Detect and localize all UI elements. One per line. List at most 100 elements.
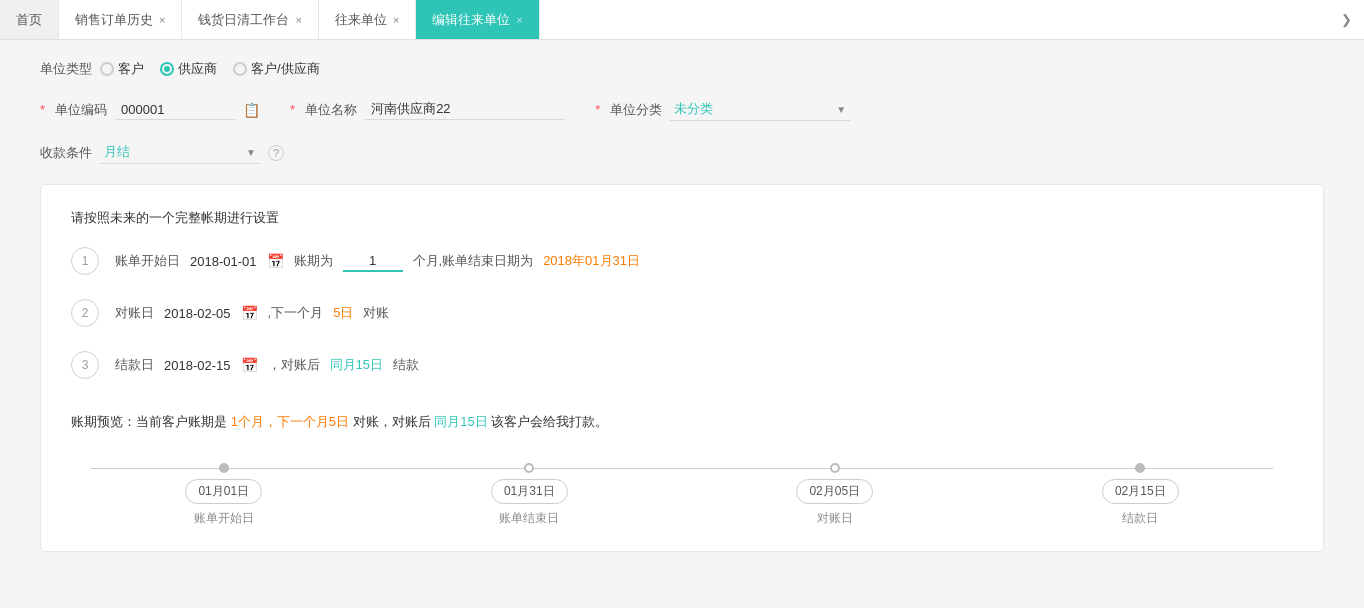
step-1-period-label: 账期为: [294, 252, 333, 270]
unit-category-field: * 单位分类 未分类 ▼: [595, 98, 850, 121]
step-3-prefix: ，对账后: [268, 356, 320, 374]
step-2-content: 对账日 2018-02-05 📅 ,下一个月 5日 对账: [115, 304, 389, 322]
step-3-label: 结款日: [115, 356, 154, 374]
step-3-calendar-icon[interactable]: 📅: [241, 357, 258, 373]
payment-help-icon[interactable]: ?: [268, 145, 284, 161]
tab-sales-history-close[interactable]: ×: [159, 14, 165, 26]
tab-cash-work-close[interactable]: ×: [295, 14, 301, 26]
tab-home-label: 首页: [16, 11, 42, 29]
timeline: 01月01日 账单开始日 01月31日 账单结束日 02月05日 对账日 02月…: [71, 451, 1293, 527]
tab-unit-list-label: 往来单位: [335, 11, 387, 29]
preview-date3: 同月15日: [434, 414, 487, 429]
step-1-num: 1: [71, 247, 99, 275]
radio-customer-circle: [100, 62, 114, 76]
preview-mid2: 对账，对账后: [349, 414, 434, 429]
tab-cash-work[interactable]: 钱货日清工作台 ×: [182, 0, 318, 39]
timeline-badge-1: 01月01日: [185, 479, 262, 504]
radio-both[interactable]: 客户/供应商: [233, 60, 320, 78]
preview-suffix: 该客户会给我打款。: [488, 414, 609, 429]
unit-type-label: 单位类型: [40, 60, 92, 78]
step-1-label: 账单开始日: [115, 252, 180, 270]
timeline-node-3: 02月05日 对账日: [682, 463, 988, 527]
step-1-content: 账单开始日 2018-01-01 📅 账期为 个月,账单结束日期为 2018年0…: [115, 251, 640, 272]
unit-category-label: 单位分类: [610, 101, 662, 119]
step-2-num: 2: [71, 299, 99, 327]
step-2-date: 2018-02-05: [164, 306, 231, 321]
unit-name-field: * 单位名称: [290, 100, 565, 120]
unit-code-field: * 单位编码 📋: [40, 100, 260, 120]
payment-select[interactable]: 月结 ▼: [100, 141, 260, 164]
unit-name-label: 单位名称: [305, 101, 357, 119]
step-3-date: 2018-02-15: [164, 358, 231, 373]
payment-arrow-icon: ▼: [246, 147, 256, 158]
payment-field: 收款条件 月结 ▼ ?: [40, 141, 284, 164]
step-2-calendar-icon[interactable]: 📅: [241, 305, 258, 321]
radio-customer[interactable]: 客户: [100, 60, 144, 78]
step-2-day: 5日: [333, 304, 353, 322]
step-2-label: 对账日: [115, 304, 154, 322]
unit-name-required: *: [290, 102, 295, 117]
unit-category-select[interactable]: 未分类 ▼: [670, 98, 850, 121]
unit-type-row: 单位类型 客户 供应商 客户/供应商: [40, 60, 1324, 78]
step-3-num: 3: [71, 351, 99, 379]
timeline-container: 01月01日 账单开始日 01月31日 账单结束日 02月05日 对账日 02月…: [71, 451, 1293, 527]
tab-unit-list-close[interactable]: ×: [393, 14, 399, 26]
step-1-period-input[interactable]: [343, 251, 403, 272]
step-3-suffix: 结款: [393, 356, 419, 374]
unit-code-required: *: [40, 102, 45, 117]
timeline-dot-2: [524, 463, 534, 473]
radio-customer-label: 客户: [118, 60, 144, 78]
timeline-node-1: 01月01日 账单开始日: [71, 463, 377, 527]
step-1-end-date: 2018年01月31日: [543, 252, 640, 270]
tab-unit-list[interactable]: 往来单位 ×: [319, 0, 416, 39]
radio-both-circle: [233, 62, 247, 76]
tab-home[interactable]: 首页: [0, 0, 59, 39]
step-2-suffix: 对账: [363, 304, 389, 322]
step-1-row: 1 账单开始日 2018-01-01 📅 账期为 个月,账单结束日期为 2018…: [71, 247, 1293, 275]
timeline-dot-4: [1135, 463, 1145, 473]
tab-edit-unit-label: 编辑往来单位: [432, 11, 510, 29]
payment-label: 收款条件: [40, 144, 92, 162]
timeline-badge-3: 02月05日: [796, 479, 873, 504]
preview-mid: 下一个月5日: [277, 414, 349, 429]
timeline-dot-1: [219, 463, 229, 473]
tabs-bar: 首页 销售订单历史 × 钱货日清工作台 × 往来单位 × 编辑往来单位 × ❯: [0, 0, 1364, 40]
unit-code-input[interactable]: [115, 100, 235, 120]
step-2-prefix: ,下一个月: [268, 304, 324, 322]
unit-code-label: 单位编码: [55, 101, 107, 119]
tab-sales-history-label: 销售订单历史: [75, 11, 153, 29]
step-3-row: 3 结款日 2018-02-15 📅 ，对账后 同月15日 结款: [71, 351, 1293, 379]
radio-supplier[interactable]: 供应商: [160, 60, 217, 78]
tab-edit-unit-close[interactable]: ×: [516, 14, 522, 26]
main-content: 单位类型 客户 供应商 客户/供应商 * 单位编码: [0, 40, 1364, 608]
radio-supplier-circle: [160, 62, 174, 76]
step-3-content: 结款日 2018-02-15 📅 ，对账后 同月15日 结款: [115, 356, 419, 374]
timeline-name-4: 结款日: [1122, 510, 1158, 527]
tab-more-button[interactable]: ❯: [1329, 0, 1364, 39]
radio-group: 客户 供应商 客户/供应商: [100, 60, 320, 78]
unit-name-input[interactable]: [365, 100, 565, 120]
payment-value: 月结: [104, 143, 242, 161]
timeline-badge-2: 01月31日: [491, 479, 568, 504]
timeline-node-4: 02月15日 结款日: [988, 463, 1294, 527]
unit-type-field: 单位类型 客户 供应商 客户/供应商: [40, 60, 320, 78]
preview-section: 账期预览：当前客户账期是 1个月，下一个月5日 对账，对账后 同月15日 该客户…: [71, 403, 1293, 451]
step-1-calendar-icon[interactable]: 📅: [267, 253, 284, 269]
tab-edit-unit[interactable]: 编辑往来单位 ×: [416, 0, 539, 39]
timeline-badge-4: 02月15日: [1102, 479, 1179, 504]
step-3-day: 同月15日: [330, 356, 383, 374]
timeline-dot-3: [830, 463, 840, 473]
unit-cat-required: *: [595, 102, 600, 117]
tab-sales-history[interactable]: 销售订单历史 ×: [59, 0, 182, 39]
settings-title: 请按照未来的一个完整帐期进行设置: [71, 209, 1293, 227]
tab-cash-work-label: 钱货日清工作台: [198, 11, 289, 29]
unit-category-value: 未分类: [674, 100, 832, 118]
timeline-name-2: 账单结束日: [499, 510, 559, 527]
preview-period: 1个月，: [231, 414, 277, 429]
step-1-date: 2018-01-01: [190, 254, 257, 269]
unit-category-arrow-icon: ▼: [836, 104, 846, 115]
radio-supplier-label: 供应商: [178, 60, 217, 78]
step-1-suffix: 个月,账单结束日期为: [413, 252, 534, 270]
timeline-node-2: 01月31日 账单结束日: [377, 463, 683, 527]
unit-code-copy-icon[interactable]: 📋: [243, 102, 260, 118]
